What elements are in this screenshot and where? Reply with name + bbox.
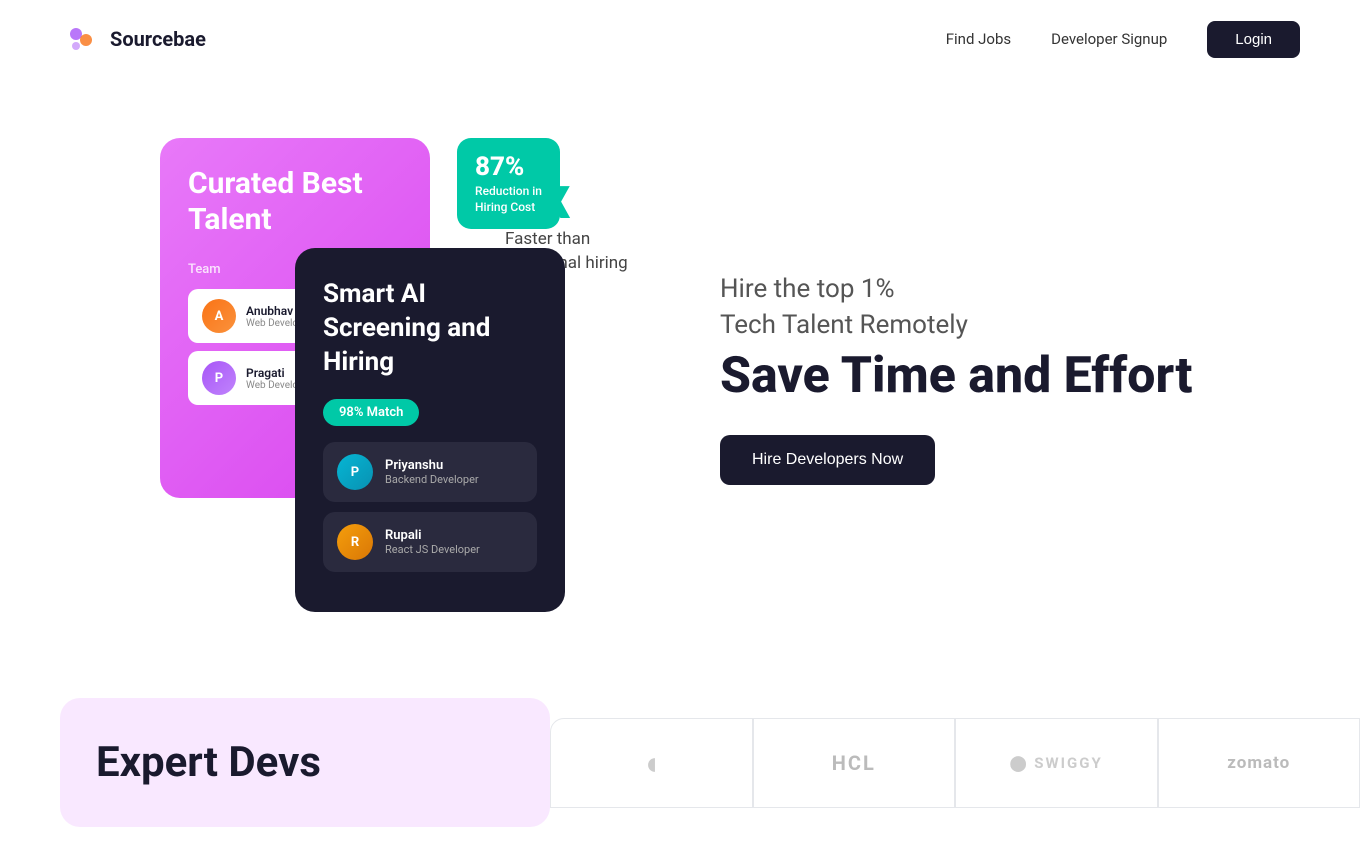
hero-subtitle: Hire the top 1% Tech Talent Remotely	[720, 271, 1300, 344]
badge-percent: 87%	[475, 152, 542, 182]
nav-links: Find Jobs Developer Signup Login	[946, 21, 1300, 58]
ai-screening-title: Smart AI Screening and Hiring	[323, 278, 537, 379]
cand-role-2: React JS Developer	[385, 543, 480, 556]
zomato-logo-text: zomato	[1227, 753, 1290, 773]
hiring-cost-badge: 87% Reduction in Hiring Cost	[457, 138, 560, 229]
cand-name-1: Priyanshu	[385, 458, 479, 473]
curated-talent-title: Curated Best Talent	[188, 166, 402, 238]
hire-developers-button[interactable]: Hire Developers Now	[720, 435, 935, 485]
hero-text-area: Hire the top 1% Tech Talent Remotely Sav…	[640, 271, 1300, 485]
badge-description: Reduction in Hiring Cost	[475, 184, 542, 215]
match-badge: 98% Match	[323, 399, 419, 426]
avatar-anubhav: A	[202, 299, 236, 333]
candidate-priyanshu: P Priyanshu Backend Developer	[323, 442, 537, 502]
avatar-rupali: R	[337, 524, 373, 560]
bottom-section: Expert Devs ◖ HCL ⬤ SWIGGY zomato	[0, 698, 1360, 827]
logo-persistent: ◖	[550, 718, 753, 808]
hero-section: Curated Best Talent Team A Anubhav Web D…	[0, 78, 1360, 698]
expert-devs-title: Expert Devs	[96, 738, 514, 787]
developer-signup-link[interactable]: Developer Signup	[1051, 30, 1167, 48]
expert-devs-card: Expert Devs	[60, 698, 550, 827]
hero-cards-area: Curated Best Talent Team A Anubhav Web D…	[60, 138, 640, 618]
persistent-logo-icon: ◖	[642, 744, 661, 782]
logo-text: Sourcebae	[110, 27, 206, 51]
logo-zomato: zomato	[1158, 718, 1360, 808]
hcl-logo-text: HCL	[832, 751, 876, 775]
find-jobs-link[interactable]: Find Jobs	[946, 30, 1011, 48]
logo-hcl: HCL	[753, 718, 956, 808]
login-button[interactable]: Login	[1207, 21, 1300, 58]
avatar-priyanshu: P	[337, 454, 373, 490]
ai-screening-card: Smart AI Screening and Hiring 98% Match …	[295, 248, 565, 612]
navbar: Sourcebae Find Jobs Developer Signup Log…	[0, 0, 1360, 78]
cand-role-1: Backend Developer	[385, 473, 479, 486]
swiggy-logo-text: ⬤ SWIGGY	[1010, 754, 1103, 772]
logo[interactable]: Sourcebae	[60, 18, 206, 60]
cand-name-2: Rupali	[385, 528, 480, 543]
hero-title: Save Time and Effort	[720, 348, 1300, 406]
candidate-rupali: R Rupali React JS Developer	[323, 512, 537, 572]
avatar-pragati: P	[202, 361, 236, 395]
logo-swiggy: ⬤ SWIGGY	[955, 718, 1158, 808]
company-logos-area: ◖ HCL ⬤ SWIGGY zomato	[550, 698, 1360, 827]
